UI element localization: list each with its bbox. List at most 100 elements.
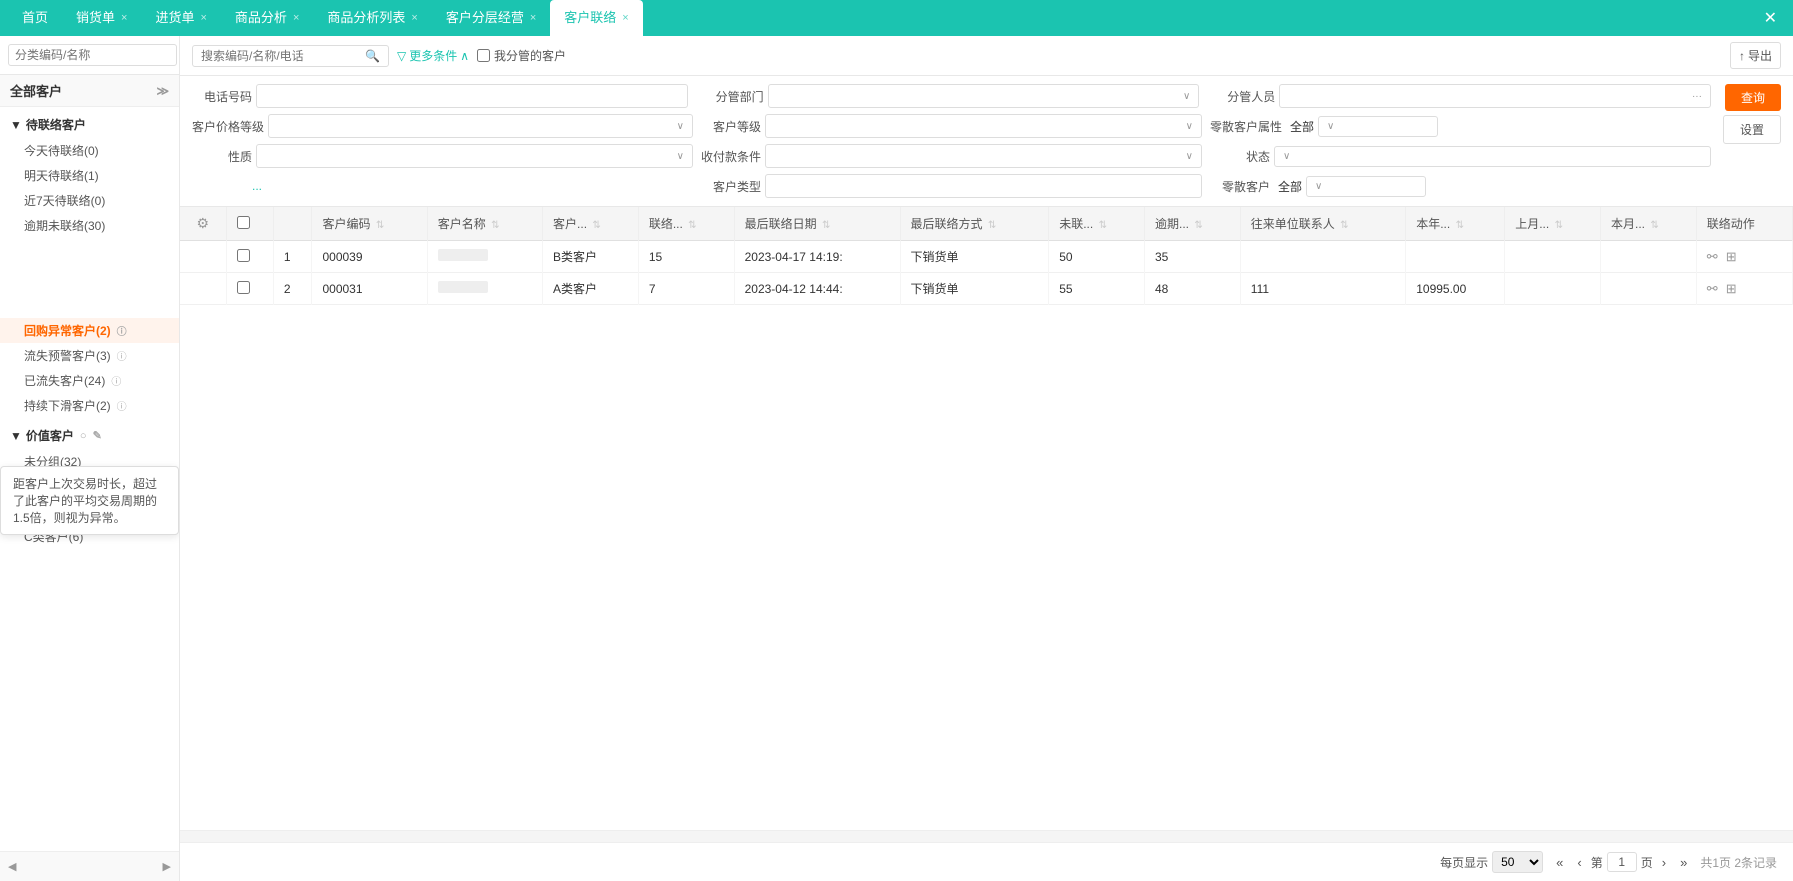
row2-code: 000031 <box>312 273 427 305</box>
sort-last-date-icon[interactable]: ⇅ <box>822 220 830 231</box>
close-product-list-tab[interactable]: × <box>411 0 417 36</box>
filter-row-1: 电话号码 分管部门 ∨ <box>192 84 1711 108</box>
tree-parent-pending[interactable]: ▼ 待联络客户 <box>0 111 179 138</box>
main-search-icon[interactable]: 🔍 <box>365 49 380 63</box>
filter-payment: 收付款条件 ∨ <box>701 144 1202 168</box>
export-button[interactable]: ↑ 导出 <box>1730 42 1781 69</box>
my-customer-checkbox[interactable] <box>477 49 490 62</box>
sort-unreached-icon[interactable]: ⇅ <box>1099 220 1107 231</box>
row1-last-method-link[interactable]: 下销货单 <box>911 250 959 264</box>
select-all-checkbox[interactable] <box>237 216 250 229</box>
grade-chevron-icon: ∨ <box>1186 121 1193 132</box>
close-customer-tier-tab[interactable]: × <box>530 0 536 36</box>
retail-select[interactable]: ∨ <box>1306 176 1426 197</box>
sidebar-search-input[interactable] <box>8 44 177 66</box>
gear-icon[interactable]: ⚙ <box>196 215 209 231</box>
dept-input[interactable] <box>777 89 1183 103</box>
close-product-analysis-tab[interactable]: × <box>293 0 299 36</box>
row1-grid-icon[interactable]: ⊞ <box>1726 249 1737 265</box>
row2-unreached: 55 <box>1049 273 1145 305</box>
row2-last-method-link[interactable]: 下销货单 <box>911 282 959 296</box>
sidebar: 🔍 全部客户 ≫ ▼ 待联络客户 今天待联络(0) 明天待联络(1) 近7天待联… <box>0 36 180 881</box>
type-input[interactable] <box>774 179 1193 193</box>
price-level-select[interactable]: ∨ <box>268 114 693 138</box>
nav-home[interactable]: 首页 <box>8 0 62 36</box>
nav-sales[interactable]: 销货单 × <box>62 0 141 36</box>
retail-attr-select[interactable]: ∨ <box>1318 116 1438 137</box>
sidebar-right-arrow[interactable]: ▶ <box>163 860 171 873</box>
last-page-button[interactable]: » <box>1675 853 1692 872</box>
person-select[interactable]: ··· <box>1279 84 1711 108</box>
sort-last-month-icon[interactable]: ⇅ <box>1555 220 1563 231</box>
sort-contact-person-icon[interactable]: ⇅ <box>1340 220 1348 231</box>
next-page-button[interactable]: › <box>1657 853 1671 872</box>
row1-category: B类客户 <box>543 241 639 273</box>
top-nav: 首页 销货单 × 进货单 × 商品分析 × 商品分析列表 × 客户分层经营 × … <box>0 0 1793 36</box>
sidebar-collapse-btn[interactable]: ≫ <box>156 84 169 98</box>
sidebar-search-area: 🔍 <box>0 36 179 75</box>
status-select[interactable]: ∨ <box>1274 146 1711 167</box>
col-gear: ⚙ <box>180 207 226 241</box>
sort-contact-icon[interactable]: ⇅ <box>688 220 696 231</box>
sort-category-icon[interactable]: ⇅ <box>592 220 600 231</box>
grade-input[interactable] <box>774 119 1186 133</box>
row1-link-icon[interactable]: ⚯ <box>1707 249 1718 265</box>
first-page-button[interactable]: « <box>1551 853 1568 872</box>
sidebar-item-overdue[interactable]: 逾期未联络(30) <box>0 213 179 238</box>
tooltip-box: 距客户上次交易时长，超过了此客户的平均交易周期的1.5倍，则视为异常。 <box>0 466 179 535</box>
phone-select[interactable] <box>256 84 688 108</box>
close-sales-tab[interactable]: × <box>121 0 127 36</box>
phone-input[interactable] <box>265 89 679 103</box>
person-input[interactable] <box>1288 89 1692 103</box>
type-select[interactable] <box>765 174 1202 198</box>
query-button[interactable]: 查询 <box>1725 84 1781 111</box>
sidebar-item-churned[interactable]: 已流失客户(24) ⓘ <box>0 368 179 393</box>
sidebar-item-declining[interactable]: 持续下滑客户(2) ⓘ <box>0 393 179 418</box>
current-page-number[interactable]: 1 <box>1607 852 1637 872</box>
edit2-icon[interactable]: ✎ <box>93 429 102 442</box>
window-close-button[interactable]: ✕ <box>1756 8 1785 28</box>
col-contact-person: 往来单位联系人 ⇅ <box>1240 207 1405 241</box>
main-search-input[interactable] <box>201 49 361 63</box>
price-level-input[interactable] <box>277 119 677 133</box>
gender-select[interactable]: ∨ <box>256 144 693 168</box>
row2-select-checkbox[interactable] <box>237 281 250 294</box>
nav-purchase[interactable]: 进货单 × <box>141 0 220 36</box>
sidebar-left-arrow[interactable]: ◀ <box>8 860 16 873</box>
sidebar-item-today[interactable]: 今天待联络(0) <box>0 138 179 163</box>
prev-page-button[interactable]: ‹ <box>1572 853 1586 872</box>
row2-link-icon[interactable]: ⚯ <box>1707 281 1718 297</box>
sort-last-method-icon[interactable]: ⇅ <box>988 220 996 231</box>
sort-overdue-icon[interactable]: ⇅ <box>1194 220 1202 231</box>
close-customer-contact-tab[interactable]: × <box>622 0 628 36</box>
setting-button[interactable]: 设置 <box>1723 115 1781 144</box>
horizontal-scrollbar[interactable] <box>180 830 1793 842</box>
edit-icon[interactable]: ○ <box>80 430 87 442</box>
payment-select[interactable]: ∨ <box>765 144 1202 168</box>
close-purchase-tab[interactable]: × <box>200 0 206 36</box>
sidebar-item-7days[interactable]: 近7天待联络(0) <box>0 188 179 213</box>
row1-select-checkbox[interactable] <box>237 249 250 262</box>
grade-select[interactable]: ∨ <box>765 114 1202 138</box>
nav-product-analysis[interactable]: 商品分析 × <box>221 0 313 36</box>
nav-product-list[interactable]: 商品分析列表 × <box>313 0 431 36</box>
row2-grid-icon[interactable]: ⊞ <box>1726 281 1737 297</box>
sidebar-item-tomorrow[interactable]: 明天待联络(1) <box>0 163 179 188</box>
gender-input[interactable] <box>265 149 677 163</box>
payment-input[interactable] <box>774 149 1186 163</box>
row2-contact-count: 7 <box>638 273 734 305</box>
sort-name-icon[interactable]: ⇅ <box>491 220 499 231</box>
sidebar-item-churn-warning[interactable]: 流失预警客户(3) ⓘ <box>0 343 179 368</box>
nav-customer-tier[interactable]: 客户分层经营 × <box>432 0 550 36</box>
sort-code-icon[interactable]: ⇅ <box>376 220 384 231</box>
tree-parent-value[interactable]: ▼ 价值客户 ○ ✎ <box>0 422 179 449</box>
sidebar-item-abnormal[interactable]: 回购异常客户(2) ⓘ <box>0 318 179 343</box>
dept-select[interactable]: ∨ <box>768 84 1200 108</box>
sort-this-year-icon[interactable]: ⇅ <box>1456 220 1464 231</box>
pagination: 每页显示 50100200 « ‹ 第 1 页 › » 共1页 2条记录 <box>180 842 1793 881</box>
sort-this-month-icon[interactable]: ⇅ <box>1650 220 1658 231</box>
nav-customer-contact[interactable]: 客户联络 × <box>550 0 642 36</box>
more-filter-btn[interactable]: ▽ 更多条件 ∧ <box>397 47 469 64</box>
per-page-select[interactable]: 50100200 <box>1492 851 1543 873</box>
filter-toolbar: 🔍 ▽ 更多条件 ∧ 我分管的客户 ↑ 导出 <box>180 36 1793 76</box>
